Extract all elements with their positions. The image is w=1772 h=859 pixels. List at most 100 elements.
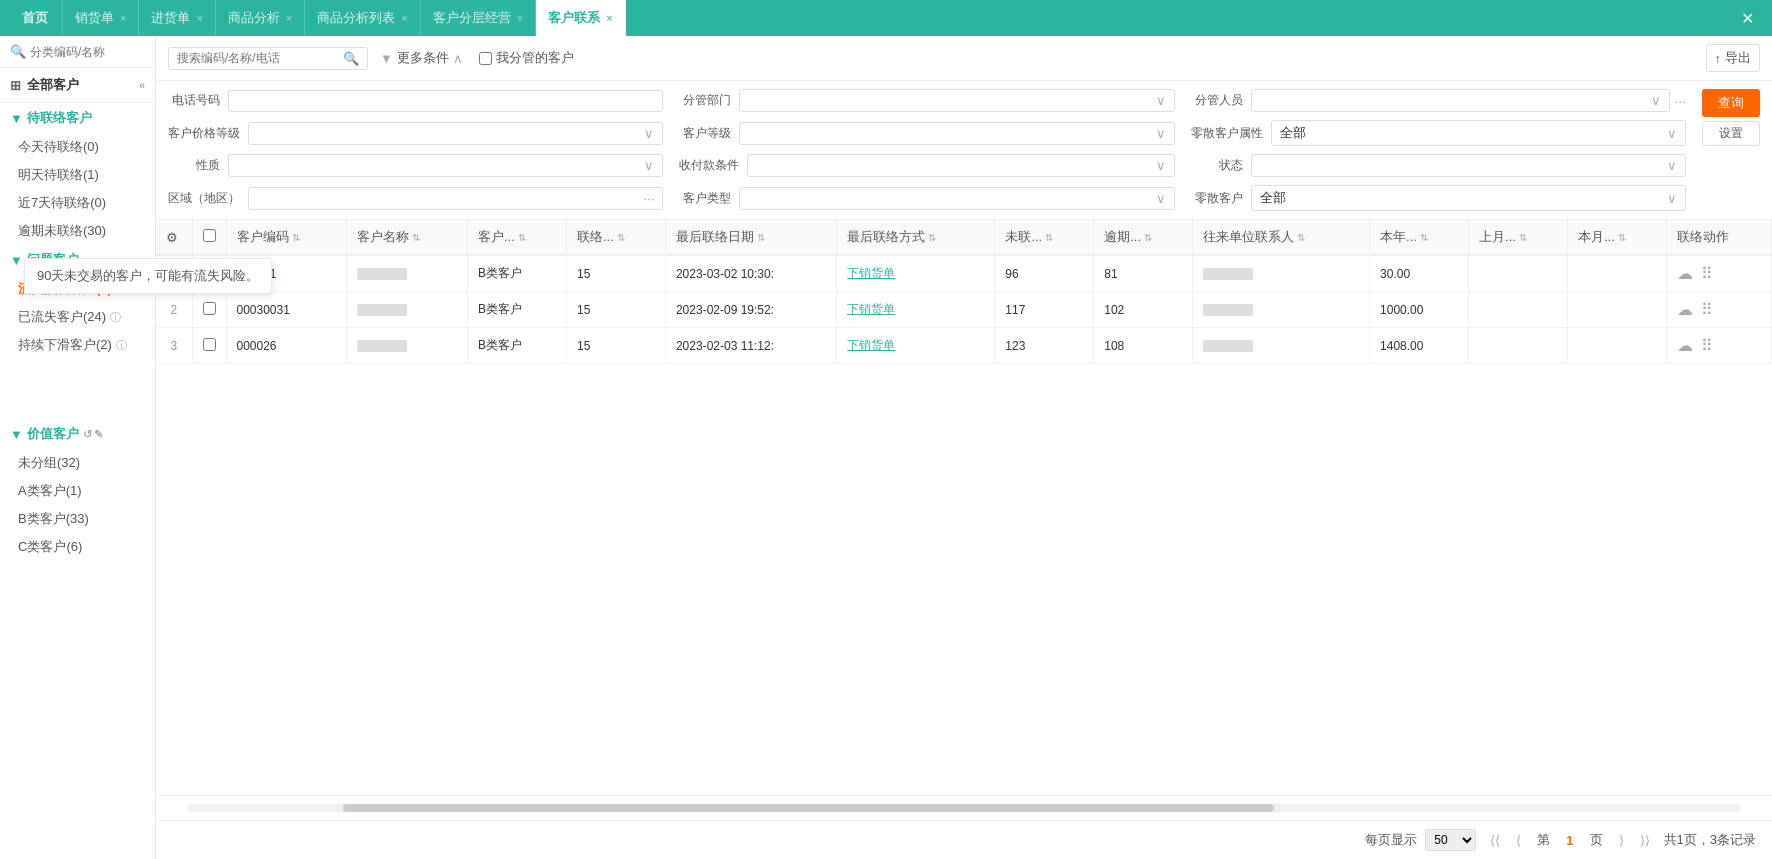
select-all-checkbox[interactable] — [203, 229, 216, 242]
row-overdue-1: 102 — [1094, 292, 1193, 328]
row-checkbox-cell-1[interactable] — [192, 292, 226, 328]
sidebar-item-class-c[interactable]: C类客户(6) — [0, 533, 155, 561]
settings-button[interactable]: 设置 — [1702, 121, 1760, 146]
sort-last-date-icon: ⇅ — [757, 232, 765, 243]
filter-payment-select[interactable]: ∨ — [747, 154, 1174, 177]
th-checkbox[interactable] — [192, 220, 226, 255]
row-action-1[interactable]: ☁ ⠿ — [1666, 292, 1771, 328]
filter-price-grade-select[interactable]: ∨ — [248, 122, 663, 145]
th-last-date[interactable]: 最后联络日期 ⇅ — [665, 220, 836, 255]
tab-customer-segment[interactable]: 客户分层经营 × — [421, 0, 536, 36]
sidebar-item-7days[interactable]: 近7天待联络(0) — [0, 189, 155, 217]
search-submit-icon[interactable]: 🔍 — [343, 51, 359, 66]
filter-dept-field: 分管部门 ∨ — [679, 89, 1174, 112]
value-refresh-icon[interactable]: ↺ — [83, 428, 92, 441]
filter-more-button[interactable]: ▼ 更多条件 ∧ — [380, 49, 463, 67]
tab-customer-contact[interactable]: 客户联系 × — [536, 0, 625, 36]
filter-row-4: 区域（地区） ··· 客户类型 ∨ — [168, 185, 1686, 211]
row-last-method-0[interactable]: 下销货单 — [837, 255, 995, 292]
row-checkbox-1[interactable] — [203, 302, 216, 315]
tab-customer-segment-close[interactable]: × — [517, 12, 523, 24]
search-input-wrap[interactable]: 🔍 — [168, 47, 368, 70]
tab-analysis-list[interactable]: 商品分析列表 × — [305, 0, 420, 36]
sidebar-search-icon: 🔍 — [10, 44, 26, 59]
manager-more-icon[interactable]: ··· — [1674, 93, 1686, 109]
th-contact[interactable]: 联络... ⇅ — [566, 220, 665, 255]
table-area: ⚙ 客户编码 ⇅ 客户名称 — [156, 220, 1772, 795]
sidebar-item-tomorrow[interactable]: 明天待联络(1) — [0, 161, 155, 189]
sidebar-item-overdue[interactable]: 逾期未联络(30) — [0, 217, 155, 245]
sidebar-item-churned[interactable]: 已流失客户(24) ⓘ — [0, 303, 155, 331]
action-icons-1[interactable]: ☁ ⠿ — [1677, 301, 1715, 318]
row-action-0[interactable]: ☁ ⠿ — [1666, 255, 1771, 292]
tab-home[interactable]: 首页 — [8, 0, 63, 36]
manager-select-arrow: ∨ — [1651, 93, 1661, 108]
sidebar-item-class-a[interactable]: A类客户(1) — [0, 477, 155, 505]
query-button[interactable]: 查询 — [1702, 89, 1760, 117]
filter-price-grade-field: 客户价格等级 ∨ — [168, 122, 663, 145]
filter-nature-select[interactable]: ∨ — [228, 154, 663, 177]
th-uncontacted[interactable]: 未联... ⇅ — [995, 220, 1094, 255]
tab-purchase[interactable]: 进货单 × — [139, 0, 215, 36]
prev-page-button[interactable]: ⟨ — [1510, 831, 1527, 850]
th-overdue[interactable]: 逾期... ⇅ — [1094, 220, 1193, 255]
my-customer-checkbox[interactable] — [479, 52, 492, 65]
filter-retail-attr-select[interactable]: 全部 ∨ — [1271, 120, 1686, 146]
row-code-1: 00030031 — [226, 292, 347, 328]
filter-manager-select[interactable]: ∨ — [1251, 89, 1671, 112]
row-action-2[interactable]: ☁ ⠿ — [1666, 328, 1771, 364]
export-button[interactable]: ↑ 导出 — [1706, 44, 1761, 72]
sidebar-item-ungrouped[interactable]: 未分组(32) — [0, 449, 155, 477]
filter-customer-type-select[interactable]: ∨ — [739, 187, 1174, 210]
tab-analysis[interactable]: 商品分析 × — [216, 0, 305, 36]
th-name[interactable]: 客户名称 ⇅ — [347, 220, 468, 255]
sidebar-search-input[interactable] — [30, 45, 145, 59]
action-icons-0[interactable]: ☁ ⠿ — [1677, 265, 1715, 282]
my-customer-checkbox-wrap[interactable]: 我分管的客户 — [479, 49, 574, 67]
sidebar-item-declining[interactable]: 持续下滑客户(2) ⓘ — [0, 331, 155, 359]
th-this-year[interactable]: 本年... ⇅ — [1370, 220, 1469, 255]
row-checkbox-2[interactable] — [203, 338, 216, 351]
search-input[interactable] — [177, 51, 339, 65]
tab-analysis-list-close[interactable]: × — [401, 12, 407, 24]
th-type[interactable]: 客户... ⇅ — [468, 220, 567, 255]
filter-retail-attr-label: 零散客户属性 — [1191, 125, 1271, 142]
th-last-method[interactable]: 最后联络方式 ⇅ — [837, 220, 995, 255]
th-this-month[interactable]: 本月... ⇅ — [1567, 220, 1666, 255]
tab-analysis-close[interactable]: × — [286, 12, 292, 24]
filter-region-select[interactable]: ··· — [248, 187, 663, 210]
window-close-button[interactable]: ✕ — [1731, 9, 1764, 28]
filter-customer-grade-select[interactable]: ∨ — [739, 122, 1174, 145]
filter-action-buttons: 查询 设置 — [1702, 89, 1760, 211]
th-contact-person[interactable]: 往来单位联系人 ⇅ — [1193, 220, 1370, 255]
th-last-month[interactable]: 上月... ⇅ — [1469, 220, 1568, 255]
th-code[interactable]: 客户编码 ⇅ — [226, 220, 347, 255]
sidebar-all-customers[interactable]: ⊞ 全部客户 « — [0, 68, 155, 103]
last-page-button[interactable]: ⟩⟩ — [1634, 831, 1656, 850]
th-settings[interactable]: ⚙ — [156, 220, 192, 255]
filter-retail-customer-select[interactable]: 全部 ∨ — [1251, 185, 1686, 211]
horizontal-scrollbar[interactable] — [188, 804, 1740, 812]
sidebar-item-class-b[interactable]: B类客户(33) — [0, 505, 155, 533]
next-page-button[interactable]: ⟩ — [1613, 831, 1630, 850]
sidebar-group-pending[interactable]: ▼ 待联络客户 — [0, 103, 155, 133]
filter-status-select[interactable]: ∨ — [1251, 154, 1686, 177]
tab-purchase-close[interactable]: × — [196, 12, 202, 24]
per-page-select[interactable]: 50 20 100 — [1425, 829, 1476, 851]
action-icons-2[interactable]: ☁ ⠿ — [1677, 337, 1715, 354]
sidebar-item-today[interactable]: 今天待联络(0) — [0, 133, 155, 161]
row-last-method-1[interactable]: 下销货单 — [837, 292, 995, 328]
sidebar-group-value[interactable]: ▼ 价值客户 ↺ ✎ — [0, 419, 155, 449]
first-page-button[interactable]: ⟨⟨ — [1484, 831, 1506, 850]
tab-sales[interactable]: 销货单 × — [63, 0, 139, 36]
filter-dept-select[interactable]: ∨ — [739, 89, 1174, 112]
tab-sales-close[interactable]: × — [120, 12, 126, 24]
row-uncontacted-0: 96 — [995, 255, 1094, 292]
tab-customer-contact-close[interactable]: × — [606, 12, 612, 24]
value-edit-icon[interactable]: ✎ — [94, 428, 103, 441]
table-settings-icon[interactable]: ⚙ — [166, 230, 178, 245]
row-checkbox-cell-2[interactable] — [192, 328, 226, 364]
row-name-0 — [347, 255, 468, 292]
row-last-method-2[interactable]: 下销货单 — [837, 328, 995, 364]
filter-phone-input[interactable] — [228, 90, 663, 112]
